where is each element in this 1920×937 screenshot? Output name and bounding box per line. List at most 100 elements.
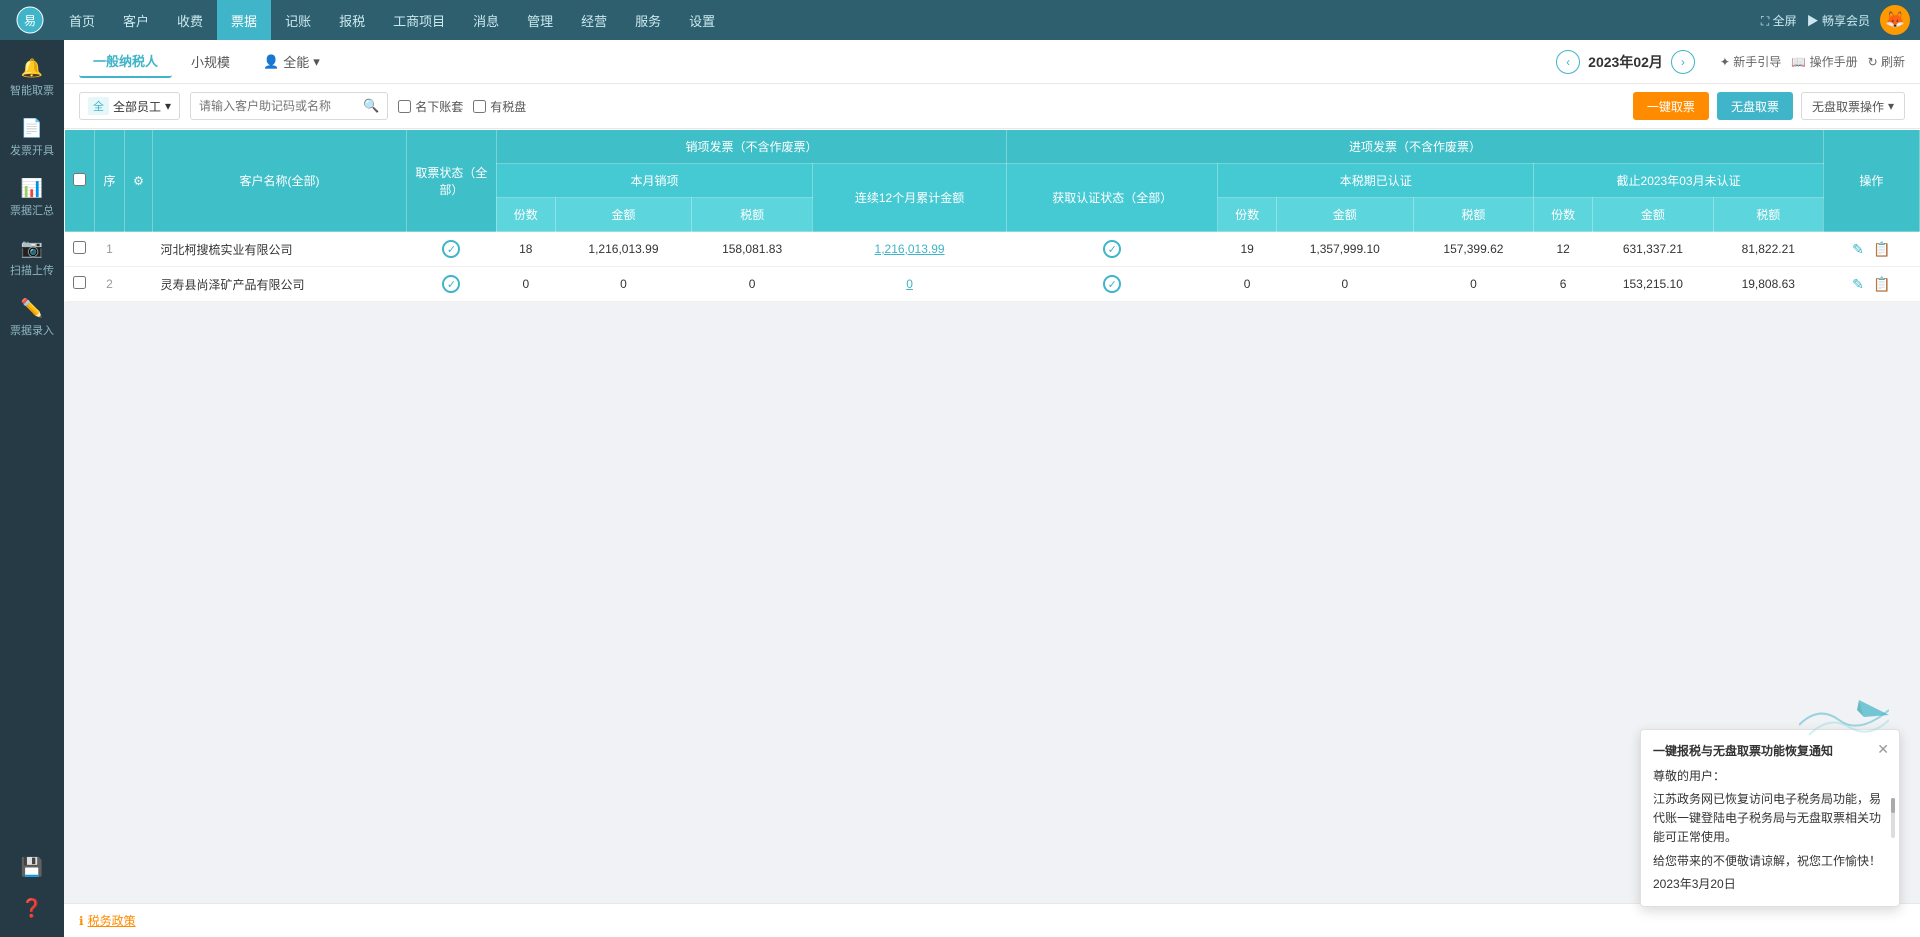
help-icon: ❓ — [21, 898, 43, 919]
row-number: 1 — [95, 232, 125, 267]
th-deadline-tax: 税额 — [1713, 198, 1823, 232]
subordinate-filter[interactable]: 名下账套 — [398, 98, 463, 115]
wupan-ops-btn[interactable]: 无盘取票操作 ▾ — [1801, 92, 1905, 120]
sidebar-item-ticket-summary[interactable]: 📊 票据汇总 — [4, 170, 60, 226]
row-period-tax: 157,399.62 — [1413, 232, 1534, 267]
cumulative-link[interactable]: 0 — [906, 277, 913, 291]
tab-general-taxpayer[interactable]: 一般纳税人 — [79, 45, 172, 78]
nav-service[interactable]: 服务 — [621, 0, 675, 40]
next-month-btn[interactable]: › — [1671, 50, 1695, 74]
ops-chevron-icon: ▾ — [1888, 99, 1894, 113]
sidebar-item-scan-upload[interactable]: 📷 扫描上传 — [4, 230, 60, 286]
row-cert-status: ✓ — [1007, 267, 1218, 302]
row-actions: ✎ 📋 — [1823, 267, 1919, 302]
edit-icon[interactable]: ✎ — [1852, 276, 1864, 292]
wupan-quepiao-btn[interactable]: 无盘取票 — [1717, 92, 1793, 120]
tab-all[interactable]: 👤 全能 ▾ — [249, 46, 334, 77]
nav-message[interactable]: 消息 — [459, 0, 513, 40]
row-number: 2 — [95, 267, 125, 302]
tab-small-scale[interactable]: 小规模 — [177, 46, 244, 77]
toolbar: 全 全部员工 ▾ 🔍 名下账套 有税盘 一键取票 无盘取票 无盘取票操作 — [64, 84, 1920, 129]
th-deadline-count: 份数 — [1534, 198, 1593, 232]
row-checkbox[interactable] — [65, 267, 95, 302]
th-period-tax: 税额 — [1413, 198, 1534, 232]
sidebar-item-smart-ticket[interactable]: 🔔 智能取票 — [4, 50, 60, 106]
popup-decoration — [1799, 695, 1889, 740]
new-guide-btn[interactable]: ✦ 新手引导 — [1720, 53, 1781, 70]
row-period-amount: 1,357,999.10 — [1276, 232, 1413, 267]
row-actions: ✎ 📋 — [1823, 232, 1919, 267]
taxpad-filter[interactable]: 有税盘 — [473, 98, 526, 115]
row-settings — [125, 267, 153, 302]
cumulative-link[interactable]: 1,216,013.99 — [875, 242, 945, 256]
subordinate-checkbox[interactable] — [398, 100, 411, 113]
tax-policy-link[interactable]: 税务政策 — [88, 912, 136, 929]
sidebar-help[interactable]: ❓ — [4, 890, 60, 927]
nav-home[interactable]: 首页 — [55, 0, 109, 40]
th-customer: 客户名称(全部) — [153, 130, 407, 232]
th-settings[interactable]: ⚙ — [125, 130, 153, 232]
nav-right: ⛶ 全屏 ▶ 畅享会员 🦊 — [1761, 5, 1910, 35]
refresh-btn[interactable]: ↻ 刷新 — [1868, 53, 1905, 70]
row-cert-status: ✓ — [1007, 232, 1218, 267]
th-12month: 连续12个月累计金额 — [812, 164, 1006, 232]
detail-icon[interactable]: 📋 — [1873, 276, 1890, 292]
edit-icon[interactable]: ✎ — [1852, 241, 1864, 257]
ticket-summary-icon: 📊 — [21, 178, 43, 199]
nav-tax[interactable]: 报税 — [325, 0, 379, 40]
detail-icon[interactable]: 📋 — [1873, 241, 1890, 257]
th-status: 取票状态（全部） — [406, 130, 496, 232]
nav-settings[interactable]: 设置 — [675, 0, 729, 40]
row-monthly-count: 0 — [496, 267, 555, 302]
search-icon[interactable]: 🔍 — [363, 98, 379, 114]
taxpad-checkbox[interactable] — [473, 100, 486, 113]
filter-chevron-icon: ▾ — [165, 99, 171, 113]
row-monthly-count: 18 — [496, 232, 555, 267]
table-body: 1 河北柯搜梳实业有限公司 ✓ 18 1,216,013.99 158,081.… — [65, 232, 1920, 302]
prev-month-btn[interactable]: ‹ — [1556, 50, 1580, 74]
nav-accounting[interactable]: 记账 — [271, 0, 325, 40]
select-all-checkbox[interactable] — [73, 173, 86, 186]
th-monthly-sales: 本月销项 — [496, 164, 812, 198]
th-monthly-amount: 金额 — [555, 198, 692, 232]
row-select-checkbox[interactable] — [73, 276, 86, 289]
member-btn[interactable]: ▶ 畅享会员 — [1807, 12, 1870, 29]
yijian-quepiao-btn[interactable]: 一键取票 — [1633, 92, 1709, 120]
fullscreen-btn[interactable]: ⛶ 全屏 — [1761, 12, 1797, 29]
popup-close-btn[interactable]: ✕ — [1877, 738, 1889, 760]
th-period-count: 份数 — [1218, 198, 1277, 232]
top-navigation: 易 首页 客户 收费 票据 记账 报税 工商项目 消息 管理 经营 服务 设置 … — [0, 0, 1920, 40]
nav-invoice[interactable]: 票据 — [217, 0, 271, 40]
row-deadline-count: 6 — [1534, 267, 1593, 302]
sidebar-item-invoice-issue[interactable]: 📄 发票开具 — [4, 110, 60, 166]
row-monthly-amount: 1,216,013.99 — [555, 232, 692, 267]
nav-fee[interactable]: 收费 — [163, 0, 217, 40]
notification-popup: ✕ 一键报税与无盘取票功能恢复通知 尊敬的用户： 江苏政务网已恢复访问电子税务局… — [1640, 729, 1900, 907]
row-select-checkbox[interactable] — [73, 241, 86, 254]
row-cumulative: 1,216,013.99 — [812, 232, 1006, 267]
nav-operation[interactable]: 经营 — [567, 0, 621, 40]
search-input[interactable] — [199, 99, 359, 113]
sidebar: 🔔 智能取票 📄 发票开具 📊 票据汇总 📷 扫描上传 ✏️ 票据录入 💾 ❓ — [0, 40, 64, 937]
nav-customer[interactable]: 客户 — [109, 0, 163, 40]
row-status: ✓ — [406, 232, 496, 267]
row-deadline-tax: 81,822.21 — [1713, 232, 1823, 267]
info-icon: ℹ — [79, 914, 84, 928]
row-deadline-count: 12 — [1534, 232, 1593, 267]
sidebar-download[interactable]: 💾 — [4, 849, 60, 886]
row-checkbox[interactable] — [65, 232, 95, 267]
status-check-icon: ✓ — [442, 275, 460, 293]
nav-manage[interactable]: 管理 — [513, 0, 567, 40]
popup-date: 2023年3月20日 — [1653, 875, 1887, 894]
avatar[interactable]: 🦊 — [1880, 5, 1910, 35]
row-customer: 河北柯搜梳实业有限公司 — [153, 232, 407, 267]
sidebar-item-ticket-entry[interactable]: ✏️ 票据录入 — [4, 290, 60, 346]
manual-btn[interactable]: 📖 操作手册 — [1791, 53, 1857, 70]
th-cert-status: 获取认证状态（全部） — [1007, 164, 1218, 232]
employee-filter[interactable]: 全 全部员工 ▾ — [79, 92, 180, 120]
cert-check-icon: ✓ — [1103, 240, 1121, 258]
th-sales: 销项发票（不含作废票） — [496, 130, 1006, 164]
th-checkbox — [65, 130, 95, 232]
th-action: 操作 — [1823, 130, 1919, 232]
nav-business[interactable]: 工商项目 — [379, 0, 459, 40]
